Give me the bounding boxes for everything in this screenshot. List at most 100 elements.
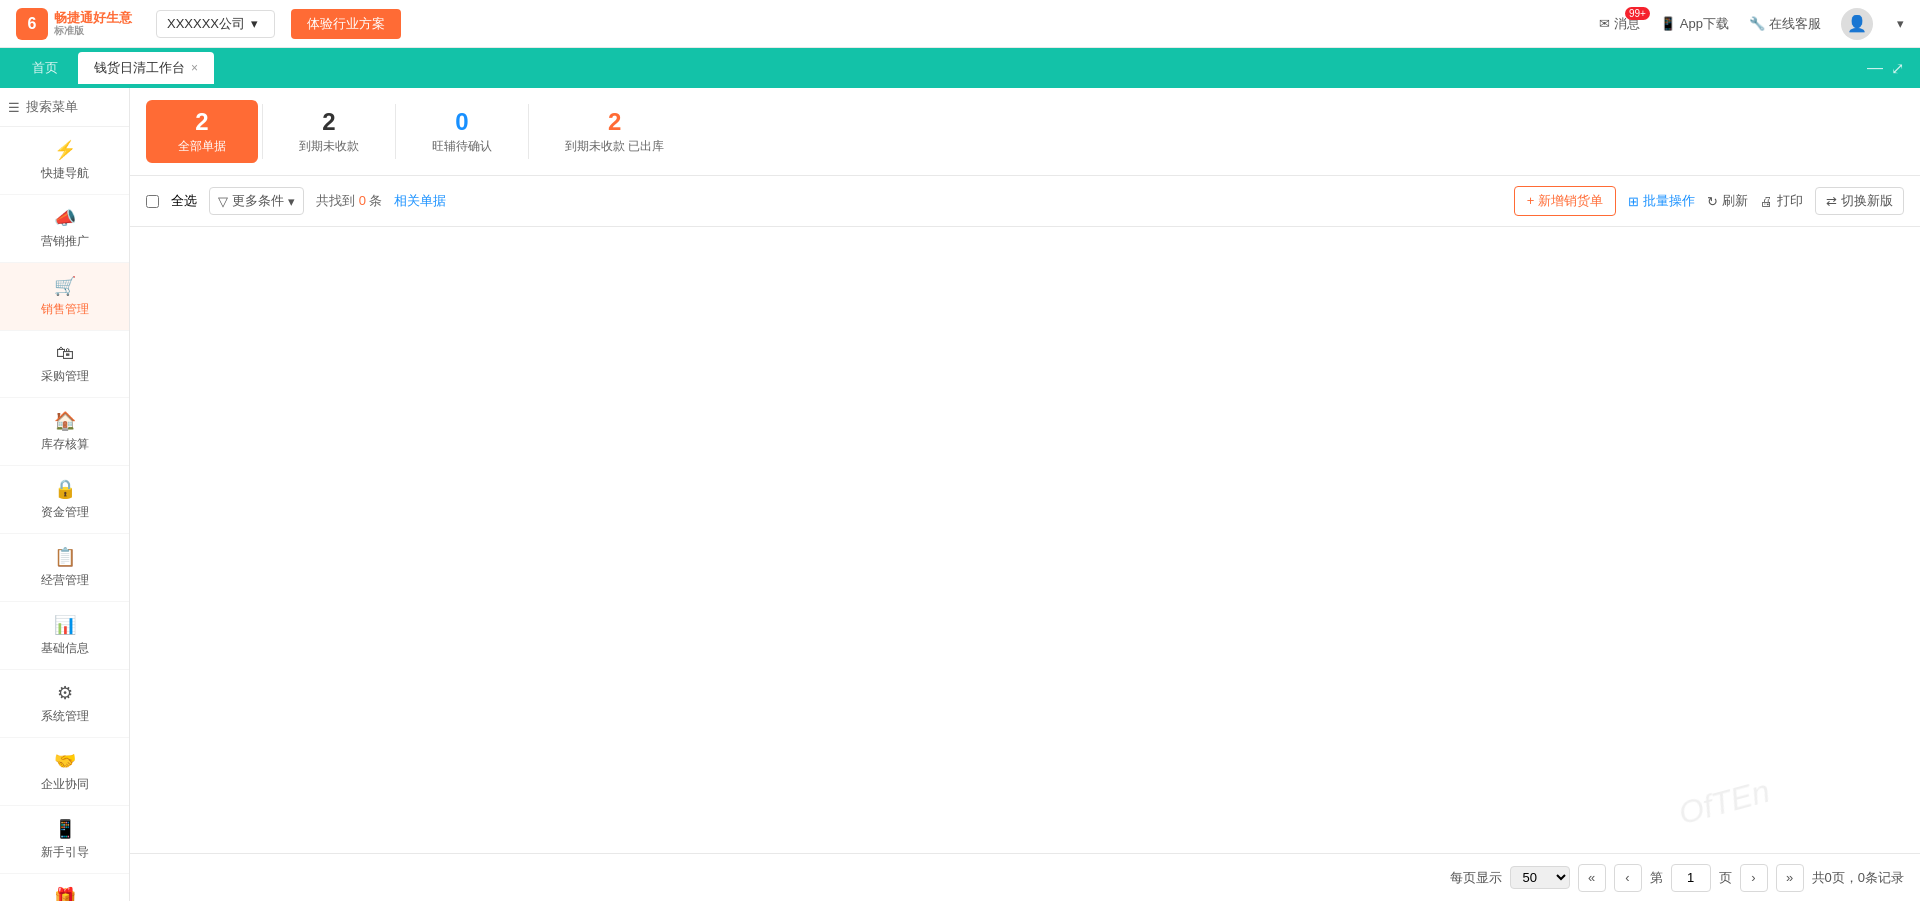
tab-close-icon[interactable]: × [191,61,198,75]
company-name: XXXXXX公司 [167,15,245,33]
tab-home[interactable]: 首页 [16,52,74,84]
sidebar-item-label: 新手引导 [41,844,89,861]
message-badge: 99+ [1625,7,1650,20]
logo-area: 6 畅捷通好生意 标准版 [16,8,146,40]
next-page-btn[interactable]: › [1740,864,1768,892]
top-header: 6 畅捷通好生意 标准版 XXXXXX公司 ▾ 体验行业方案 ✉ 消息 99+ … [0,0,1920,48]
first-page-icon: « [1588,870,1595,885]
online-service-btn[interactable]: 🔧 在线客服 [1749,15,1821,33]
sidebar-item-label: 经营管理 [41,572,89,589]
quick-nav-icon: ⚡ [54,139,76,161]
print-btn[interactable]: 🖨 打印 [1760,192,1803,210]
sidebar-item-operations[interactable]: 📋 经营管理 [0,534,129,602]
new-order-btn[interactable]: + 新增销货单 [1514,186,1616,216]
user-name-area[interactable]: ▾ [1893,16,1904,31]
sidebar-item-quick-nav[interactable]: ⚡ 快捷导航 [0,127,129,195]
sidebar-item-finance[interactable]: 🔒 资金管理 [0,466,129,534]
dropdown-icon: ▾ [251,16,258,31]
sidebar-item-basic-info[interactable]: 📊 基础信息 [0,602,129,670]
first-page-btn[interactable]: « [1578,864,1606,892]
select-all-checkbox[interactable] [146,195,159,208]
result-text: 共找到 0 条 [316,192,382,210]
experience-btn[interactable]: 体验行业方案 [291,9,401,39]
prev-page-icon: ‹ [1625,870,1629,885]
tab-home-label: 首页 [32,59,58,77]
stat-card-pending[interactable]: 0 旺辅待确认 [400,100,524,163]
result-count: 0 [359,193,366,208]
refresh-icon: ↻ [1707,194,1718,209]
guide-icon: 📱 [54,818,76,840]
tab-minimize-icon[interactable]: — [1867,59,1883,78]
prev-page-btn[interactable]: ‹ [1614,864,1642,892]
next-page-icon: › [1751,870,1755,885]
stat-card-all[interactable]: 2 全部单据 [146,100,258,163]
tab-workbench[interactable]: 钱货日清工作台 × [78,52,214,84]
app-version: 标准版 [54,25,132,37]
online-service-label: 在线客服 [1769,15,1821,33]
sidebar-item-label: 企业协同 [41,776,89,793]
stat-label-shipped: 到期未收款 已出库 [565,138,664,155]
operations-icon: 📋 [54,546,76,568]
tab-workbench-label: 钱货日清工作台 [94,59,185,77]
sidebar-item-app-center[interactable]: 🎁 应用中心 [0,874,129,901]
sidebar-item-system[interactable]: ⚙ 系统管理 [0,670,129,738]
refresh-label: 刷新 [1722,192,1748,210]
page-input[interactable] [1671,864,1711,892]
select-all-label: 全选 [171,192,197,210]
switch-label: 切换新版 [1841,192,1893,210]
search-label: 搜索菜单 [26,98,78,116]
filter-icon: ▽ [218,194,228,209]
switch-version-btn[interactable]: ⇄ 切换新版 [1815,187,1904,215]
batch-btn[interactable]: ⊞ 批量操作 [1628,192,1695,210]
pagination: 每页显示 50 100 200 « ‹ 第 页 › » 共0页，0条记录 [130,853,1920,901]
stat-num-shipped: 2 [608,108,621,136]
table-area [130,227,1920,853]
stat-card-overdue[interactable]: 2 到期未收款 [267,100,391,163]
sidebar-item-label: 营销推广 [41,233,89,250]
basic-info-icon: 📊 [54,614,76,636]
sidebar: ☰ 搜索菜单 ⚡ 快捷导航 📣 营销推广 🛒 销售管理 🛍 采购管理 🏠 库存核… [0,88,130,901]
sidebar-item-label: 采购管理 [41,368,89,385]
logo-icon: 6 [16,8,48,40]
filter-btn[interactable]: ▽ 更多条件 ▾ [209,187,304,215]
related-order-link[interactable]: 相关单据 [394,192,446,210]
sidebar-item-label: 系统管理 [41,708,89,725]
download-icon: 📱 [1660,16,1676,31]
sidebar-item-label: 资金管理 [41,504,89,521]
page-label: 第 [1650,869,1663,887]
refresh-btn[interactable]: ↻ 刷新 [1707,192,1748,210]
purchase-icon: 🛍 [56,343,74,364]
app-download-btn[interactable]: 📱 App下载 [1660,15,1729,33]
sidebar-item-sales[interactable]: 🛒 销售管理 [0,263,129,331]
per-page-select[interactable]: 50 100 200 [1510,866,1570,889]
total-info: 共0页，0条记录 [1812,869,1904,887]
sidebar-item-guide[interactable]: 📱 新手引导 [0,806,129,874]
tab-maximize-icon[interactable]: ⤢ [1891,59,1904,78]
tab-bar: 首页 钱货日清工作台 × — ⤢ [0,48,1920,88]
app-name: 畅捷通好生意 [54,10,132,26]
search-icon: ☰ [8,100,20,115]
print-icon: 🖨 [1760,194,1773,209]
sidebar-item-marketing[interactable]: 📣 营销推广 [0,195,129,263]
sidebar-item-label: 快捷导航 [41,165,89,182]
last-page-icon: » [1786,870,1793,885]
result-prefix: 共找到 [316,193,355,208]
company-selector[interactable]: XXXXXX公司 ▾ [156,10,275,38]
stat-card-shipped[interactable]: 2 到期未收款 已出库 [533,100,696,163]
batch-label: 批量操作 [1643,192,1695,210]
toolbar: 全选 ▽ 更多条件 ▾ 共找到 0 条 相关单据 + 新增销货单 ⊞ 批量操作 [130,176,1920,227]
per-page-label: 每页显示 [1450,869,1502,887]
sidebar-item-purchase[interactable]: 🛍 采购管理 [0,331,129,398]
avatar-icon: 👤 [1847,14,1867,33]
user-dropdown-icon: ▾ [1897,16,1904,31]
avatar[interactable]: 👤 [1841,8,1873,40]
sidebar-item-enterprise[interactable]: 🤝 企业协同 [0,738,129,806]
sidebar-item-label: 销售管理 [41,301,89,318]
service-icon: 🔧 [1749,16,1765,31]
marketing-icon: 📣 [54,207,76,229]
message-btn[interactable]: ✉ 消息 99+ [1599,15,1640,33]
last-page-btn[interactable]: » [1776,864,1804,892]
sidebar-search[interactable]: ☰ 搜索菜单 [0,88,129,127]
sidebar-item-inventory[interactable]: 🏠 库存核算 [0,398,129,466]
filter-label: 更多条件 [232,192,284,210]
